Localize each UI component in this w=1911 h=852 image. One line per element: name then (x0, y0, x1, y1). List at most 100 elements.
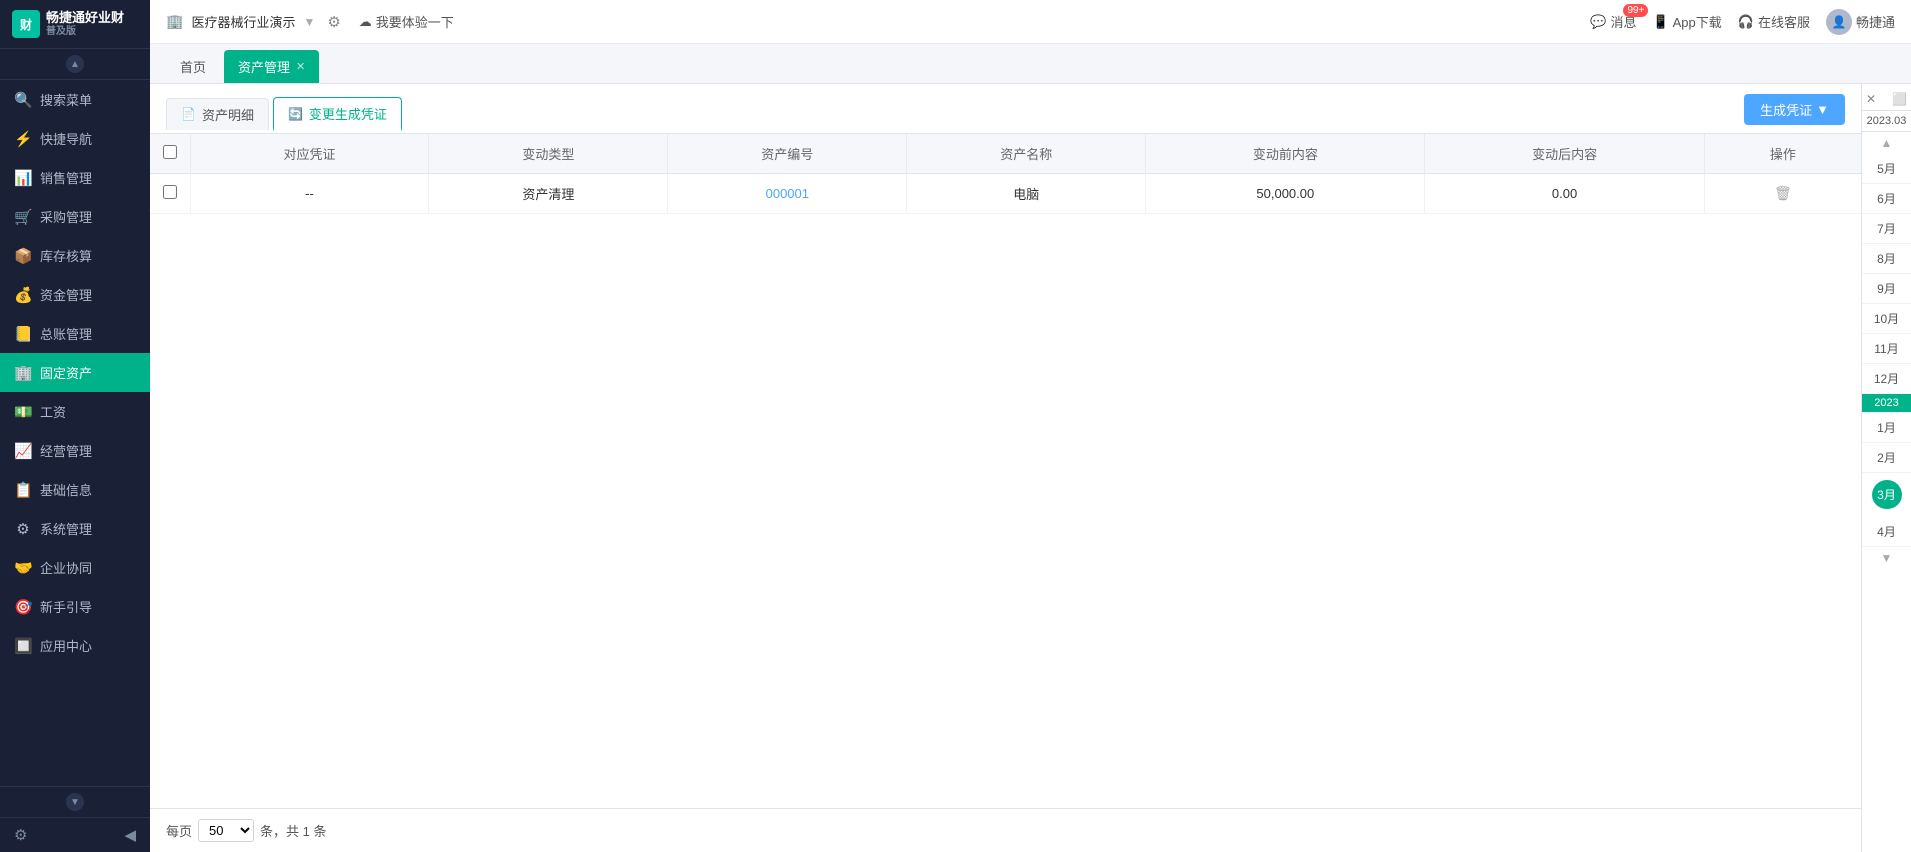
cal-month-7[interactable]: 7月 (1862, 214, 1911, 244)
cal-month-4[interactable]: 4月 (1862, 517, 1911, 547)
topbar: 🏢 医疗器械行业演示 ▼ ⚙ ☁ 我要体验一下 💬 消息 99+ 📱 App下载… (150, 0, 1911, 44)
online-service-label: 在线客服 (1758, 12, 1810, 31)
sidebar-label-fixed-assets: 固定资产 (40, 363, 92, 382)
online-service-icon: 🎧 (1738, 14, 1754, 30)
logo-title: 畅捷通好业财 (46, 10, 124, 26)
sidebar-label-app-center: 应用中心 (40, 636, 92, 655)
cal-month-1[interactable]: 1月 (1862, 413, 1911, 443)
sidebar-item-sales[interactable]: 📊 销售管理 (0, 158, 150, 197)
sidebar-item-operations[interactable]: 📈 经营管理 (0, 431, 150, 470)
col-asset-code: 资产编号 (668, 134, 907, 174)
logo-text: 畅捷通好业财 普及版 (46, 10, 124, 38)
sidebar-label-quick-nav: 快捷导航 (40, 129, 92, 148)
col-action: 操作 (1704, 134, 1861, 174)
select-all-checkbox[interactable] (163, 145, 177, 159)
cal-scroll-up[interactable]: ▲ (1862, 132, 1911, 154)
sidebar-icon-search: 🔍 (14, 91, 32, 109)
sidebar-icon-fixed-assets: 🏢 (14, 364, 32, 382)
cal-month-8[interactable]: 8月 (1862, 244, 1911, 274)
sidebar-label-purchase: 采购管理 (40, 207, 92, 226)
sidebar-item-finance[interactable]: 💰 资金管理 (0, 275, 150, 314)
row-checkbox[interactable] (163, 185, 177, 199)
sub-tab-change-voucher-label: 变更生成凭证 (309, 104, 387, 123)
sidebar-item-purchase[interactable]: 🛒 采购管理 (0, 197, 150, 236)
cal-year-2023[interactable]: 2023 (1862, 394, 1911, 413)
sidebar-item-search[interactable]: 🔍 搜索菜单 (0, 80, 150, 119)
company-dropdown-icon[interactable]: ▼ (303, 15, 315, 29)
sidebar-scroll-up[interactable]: ▲ (66, 55, 84, 73)
logo-sub: 普及版 (46, 26, 124, 38)
sidebar-label-inventory: 库存核算 (40, 246, 92, 265)
cal-month-5[interactable]: 5月 (1862, 154, 1911, 184)
sidebar-label-guide: 新手引导 (40, 597, 92, 616)
feedback-btn[interactable]: ☁ 我要体验一下 (359, 12, 454, 31)
sidebar-icon-cooperation: 🤝 (14, 559, 32, 577)
sub-tab-asset-detail-label: 资产明细 (202, 105, 254, 124)
topbar-right: 💬 消息 99+ 📱 App下载 🎧 在线客服 👤 畅捷通 (1590, 9, 1895, 35)
sidebar-item-system[interactable]: ⚙ 系统管理 (0, 509, 150, 548)
messages-badge: 99+ (1623, 4, 1648, 17)
sidebar-item-inventory[interactable]: 📦 库存核算 (0, 236, 150, 275)
per-page-select[interactable]: 10 20 50 100 (198, 819, 254, 842)
sidebar-item-guide[interactable]: 🎯 新手引导 (0, 587, 150, 626)
sub-tab-asset-detail[interactable]: 📄 资产明细 (166, 98, 269, 130)
sidebar-icon-payroll: 💵 (14, 403, 32, 421)
feedback-label: 我要体验一下 (376, 12, 454, 31)
cal-scroll-down[interactable]: ▼ (1862, 547, 1911, 569)
messages-icon: 💬 (1590, 14, 1606, 30)
user-area[interactable]: 👤 畅捷通 (1826, 9, 1895, 35)
col-checkbox (150, 134, 190, 174)
app-download-btn[interactable]: 📱 App下载 (1652, 12, 1721, 31)
cal-month-3[interactable]: 3月 (1872, 480, 1902, 510)
total-label: 条，共 1 条 (260, 821, 326, 840)
sidebar-scroll-down[interactable]: ▼ (66, 793, 84, 811)
panel-close-icon[interactable]: ✕ (1866, 92, 1876, 106)
tab-asset-management[interactable]: 资产管理 ✕ (224, 50, 319, 83)
collapse-icon[interactable]: ◀ (124, 826, 136, 844)
generate-voucher-dropdown-icon: ▼ (1816, 102, 1829, 117)
col-asset-name: 资产名称 (907, 134, 1146, 174)
generate-voucher-label: 生成凭证 (1760, 100, 1812, 119)
company-name[interactable]: 医疗器械行业演示 (191, 12, 295, 31)
sidebar-item-ledger[interactable]: 📒 总账管理 (0, 314, 150, 353)
cal-month-10[interactable]: 10月 (1862, 304, 1911, 334)
sidebar-item-payroll[interactable]: 💵 工资 (0, 392, 150, 431)
sidebar-item-app-center[interactable]: 🔲 应用中心 (0, 626, 150, 665)
cal-month-11[interactable]: 11月 (1862, 334, 1911, 364)
tab-close-icon[interactable]: ✕ (296, 60, 305, 73)
messages-btn[interactable]: 💬 消息 99+ (1590, 12, 1636, 31)
panel-expand-icon[interactable]: ⬜ (1892, 92, 1907, 106)
sidebar-bottom: ⚙ ◀ (0, 817, 150, 852)
page-content: 📄 资产明细 🔄 变更生成凭证 生成凭证 ▼ (150, 84, 1861, 852)
sidebar-label-payroll: 工资 (40, 402, 66, 421)
sidebar-icon-operations: 📈 (14, 442, 32, 460)
sub-tabs: 📄 资产明细 🔄 变更生成凭证 生成凭证 ▼ (150, 84, 1861, 134)
sub-tab-change-voucher[interactable]: 🔄 变更生成凭证 (273, 97, 402, 131)
settings-icon[interactable]: ⚙ (14, 826, 27, 844)
online-service-btn[interactable]: 🎧 在线客服 (1738, 12, 1810, 31)
sidebar: 财 畅捷通好业财 普及版 ▲ 🔍 搜索菜单 ⚡ 快捷导航 📊 销售管理 🛒 采购… (0, 0, 150, 852)
cal-month-12[interactable]: 12月 (1862, 364, 1911, 394)
cal-month-2[interactable]: 2月 (1862, 443, 1911, 473)
per-page-label: 每页 (166, 821, 192, 840)
settings-gear-icon[interactable]: ⚙ (327, 13, 340, 31)
pagination: 每页 10 20 50 100 条，共 1 条 (150, 808, 1861, 852)
sidebar-item-quick-nav[interactable]: ⚡ 快捷导航 (0, 119, 150, 158)
logo-icon: 财 (12, 10, 40, 38)
table-container: 对应凭证 变动类型 资产编号 资产名称 变动前内容 变动后内容 操作 (150, 134, 1861, 808)
cell-asset-code: 000001 (668, 174, 907, 214)
tab-home[interactable]: 首页 (166, 50, 220, 83)
sidebar-label-sales: 销售管理 (40, 168, 92, 187)
sidebar-item-cooperation[interactable]: 🤝 企业协同 (0, 548, 150, 587)
delete-icon[interactable]: 🗑 (1774, 185, 1792, 201)
sidebar-icon-app-center: 🔲 (14, 637, 32, 655)
sidebar-item-fixed-assets[interactable]: 🏢 固定资产 (0, 353, 150, 392)
generate-voucher-btn[interactable]: 生成凭证 ▼ (1744, 94, 1845, 125)
user-avatar: 👤 (1826, 9, 1852, 35)
sidebar-item-basic-info[interactable]: 📋 基础信息 (0, 470, 150, 509)
cell-voucher: -- (190, 174, 429, 214)
cal-month-9[interactable]: 9月 (1862, 274, 1911, 304)
sidebar-icon-guide: 🎯 (14, 598, 32, 616)
cell-asset-name: 电脑 (907, 174, 1146, 214)
cal-month-6[interactable]: 6月 (1862, 184, 1911, 214)
